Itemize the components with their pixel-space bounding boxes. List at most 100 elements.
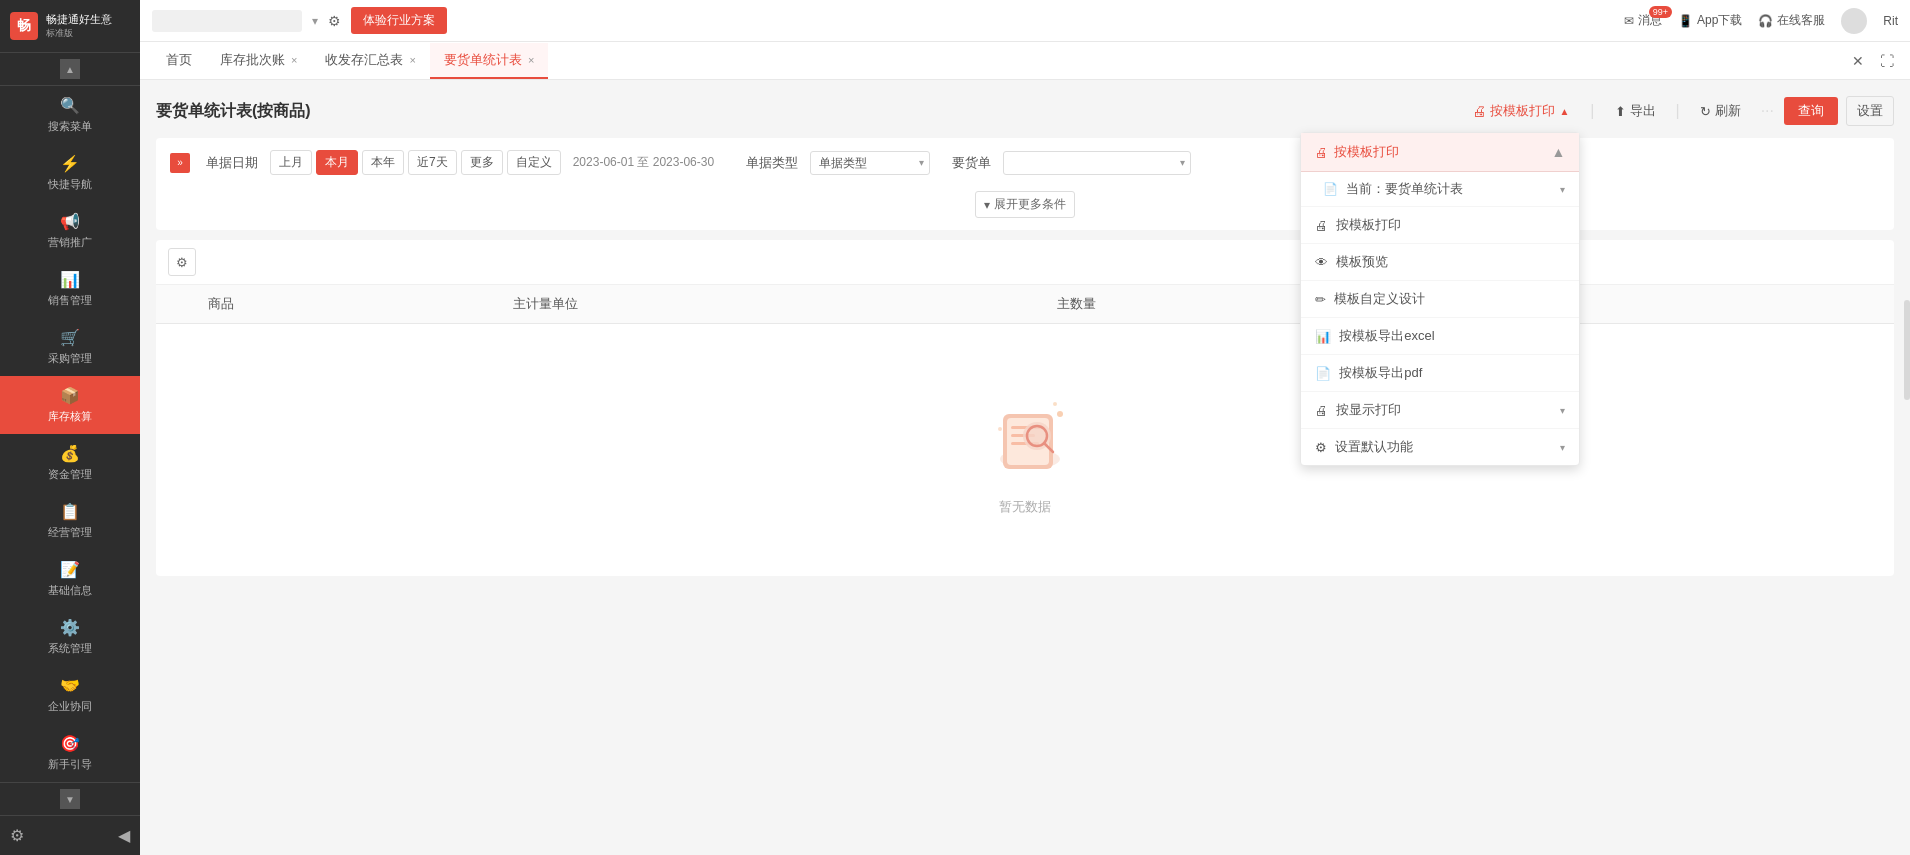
scroll-down-btn[interactable]: ▼	[60, 789, 80, 809]
expand-tab-btn[interactable]: ⛶	[1876, 49, 1898, 73]
current-doc-icon: 📄	[1323, 182, 1338, 196]
tab-receipt-summary[interactable]: 收发存汇总表 ×	[311, 43, 429, 79]
topbar-gear-icon[interactable]: ⚙	[328, 13, 341, 29]
display-print-label: 按显示打印	[1336, 401, 1401, 419]
logo-icon: 畅	[10, 12, 38, 40]
filter-expand-icon[interactable]: »	[170, 153, 190, 173]
order-type-label: 要货单	[952, 154, 991, 172]
template-print-button[interactable]: 🖨 按模板打印 ▲	[1461, 96, 1580, 126]
sidebar-item-label: 库存核算	[48, 409, 92, 424]
purchase-icon: 🛒	[60, 328, 80, 347]
page-content: 要货单统计表(按商品) 🖨 按模板打印 ▲ 🖨 按模板打印	[140, 80, 1910, 855]
doc-type-select[interactable]: 单据类型	[810, 151, 930, 175]
printer-icon: 🖨	[1472, 103, 1486, 119]
export-button[interactable]: ⬆ 导出	[1605, 97, 1666, 125]
refresh-button[interactable]: ↻ 刷新	[1690, 97, 1751, 125]
sidebar-item-finance[interactable]: 💰 资金管理	[0, 434, 140, 492]
sidebar-item-purchase[interactable]: 🛒 采购管理	[0, 318, 140, 376]
scroll-up-btn[interactable]: ▲	[60, 59, 80, 79]
tab-receipt-summary-close[interactable]: ×	[409, 54, 415, 66]
sidebar-item-search[interactable]: 🔍 搜索菜单	[0, 86, 140, 144]
topbar: ▾ ⚙ 体验行业方案 ✉ 消息 99+ 📱 App下载 🎧 在线客服 Rit	[140, 0, 1910, 42]
user-avatar[interactable]	[1841, 8, 1867, 34]
tab-order-stats[interactable]: 要货单统计表 ×	[430, 43, 548, 79]
sidebar-item-collab[interactable]: 🤝 企业协同	[0, 666, 140, 724]
page-header: 要货单统计表(按商品) 🖨 按模板打印 ▲ 🖨 按模板打印	[156, 96, 1894, 126]
order-filter-wrapper: ▾	[1003, 151, 1191, 175]
dropdown-template-pdf[interactable]: 📄 按模板导出pdf	[1301, 355, 1579, 391]
query-button[interactable]: 查询	[1784, 97, 1838, 125]
sidebar-item-basic[interactable]: 📝 基础信息	[0, 550, 140, 608]
tab-batch-account[interactable]: 库存批次账 ×	[206, 43, 311, 79]
export-icon: ⬆	[1615, 104, 1626, 119]
sidebar-item-label: 资金管理	[48, 467, 92, 482]
sidebar-item-inventory[interactable]: 📦 库存核算	[0, 376, 140, 434]
dropdown-group-section: 🖨 按显示打印 ▾ ⚙ 设置默认功能 ▾	[1301, 392, 1579, 465]
tab-home-label: 首页	[166, 51, 192, 69]
template-design-icon: ✏	[1315, 292, 1326, 307]
online-service-button[interactable]: 🎧 在线客服	[1758, 12, 1825, 29]
dropdown-default-settings[interactable]: ⚙ 设置默认功能 ▾	[1301, 429, 1579, 465]
dropdown-template-design[interactable]: ✏ 模板自定义设计	[1301, 281, 1579, 318]
default-settings-label: 设置默认功能	[1335, 438, 1413, 456]
date-buttons: 上月 本月 本年 近7天 更多 自定义	[270, 150, 561, 175]
operation-icon: 📋	[60, 502, 80, 521]
dropdown-template-preview[interactable]: 👁 模板预览	[1301, 244, 1579, 281]
template-print-item-label: 按模板打印	[1336, 216, 1401, 234]
dropdown-close-icon[interactable]: ▲	[1551, 144, 1565, 160]
date-btn-this-month[interactable]: 本月	[316, 150, 358, 175]
settings-button[interactable]: 设置	[1846, 96, 1894, 126]
sales-icon: 📊	[60, 270, 80, 289]
collapse-icon[interactable]: ◀	[118, 826, 130, 845]
dropdown-header: 🖨 按模板打印 ▲	[1301, 133, 1579, 172]
search-menu-icon: 🔍	[60, 96, 80, 115]
table-toolbar: ⚙	[156, 240, 1894, 285]
table-header: 商品 主计量单位 主数量 零售金额	[156, 285, 1894, 324]
close-tab-btn[interactable]: ✕	[1848, 49, 1868, 73]
current-doc-label: 当前：要货单统计表	[1346, 180, 1463, 198]
date-btn-custom[interactable]: 自定义	[507, 150, 561, 175]
sidebar-bottom: ⚙ ◀	[0, 815, 140, 855]
date-btn-this-year[interactable]: 本年	[362, 150, 404, 175]
sidebar-item-quick-nav[interactable]: ⚡ 快捷导航	[0, 144, 140, 202]
search-dropdown-icon[interactable]: ▾	[312, 14, 318, 28]
tab-batch-account-close[interactable]: ×	[291, 54, 297, 66]
right-scrollbar[interactable]	[1904, 300, 1910, 400]
service-icon: 🎧	[1758, 14, 1773, 28]
template-preview-label: 模板预览	[1336, 253, 1388, 271]
sidebar-item-guide[interactable]: 🎯 新手引导	[0, 724, 140, 782]
date-btn-more[interactable]: 更多	[461, 150, 503, 175]
tab-order-stats-label: 要货单统计表	[444, 51, 522, 69]
messages-button[interactable]: ✉ 消息 99+	[1624, 12, 1662, 29]
expand-more-btn[interactable]: ▾ 展开更多条件	[975, 191, 1075, 218]
empty-cell: 暂无数据	[156, 324, 1894, 577]
sidebar-item-label: 采购管理	[48, 351, 92, 366]
tab-bar: 首页 库存批次账 × 收发存汇总表 × 要货单统计表 × ✕ ⛶	[140, 42, 1910, 80]
tab-receipt-summary-label: 收发存汇总表	[325, 51, 403, 69]
date-btn-7days[interactable]: 近7天	[408, 150, 457, 175]
tab-order-stats-close[interactable]: ×	[528, 54, 534, 66]
app-download-button[interactable]: 📱 App下载	[1678, 12, 1742, 29]
default-settings-icon: ⚙	[1315, 440, 1327, 455]
sidebar-item-label: 新手引导	[48, 757, 92, 772]
sidebar-item-system[interactable]: ⚙️ 系统管理	[0, 608, 140, 666]
sidebar-item-marketing[interactable]: 📢 营销推广	[0, 202, 140, 260]
date-btn-last-month[interactable]: 上月	[270, 150, 312, 175]
dropdown-template-excel[interactable]: 📊 按模板导出excel	[1301, 318, 1579, 355]
table-settings-icon[interactable]: ⚙	[168, 248, 196, 276]
tab-home[interactable]: 首页	[152, 43, 206, 79]
sidebar-item-sales[interactable]: 📊 销售管理	[0, 260, 140, 318]
dropdown-template-print[interactable]: 🖨 按模板打印	[1301, 207, 1579, 244]
order-type-input[interactable]	[1003, 151, 1191, 175]
order-type-chevron: ▾	[1180, 157, 1185, 168]
marketing-icon: 📢	[60, 212, 80, 231]
search-input[interactable]	[152, 10, 302, 32]
dropdown-current-item[interactable]: 📄 当前：要货单统计表 ▾	[1301, 172, 1579, 206]
settings-icon[interactable]: ⚙	[10, 826, 24, 845]
dropdown-display-print[interactable]: 🖨 按显示打印 ▾	[1301, 392, 1579, 429]
expand-chevron-icon: ▾	[984, 198, 990, 212]
trial-button[interactable]: 体验行业方案	[351, 7, 447, 34]
sidebar-item-operation[interactable]: 📋 经营管理	[0, 492, 140, 550]
username-label[interactable]: Rit	[1883, 14, 1898, 28]
sidebar: 畅 畅捷通好生意 标准版 ▲ 🔍 搜索菜单 ⚡ 快捷导航 📢 营销推广 📊 销售…	[0, 0, 140, 855]
